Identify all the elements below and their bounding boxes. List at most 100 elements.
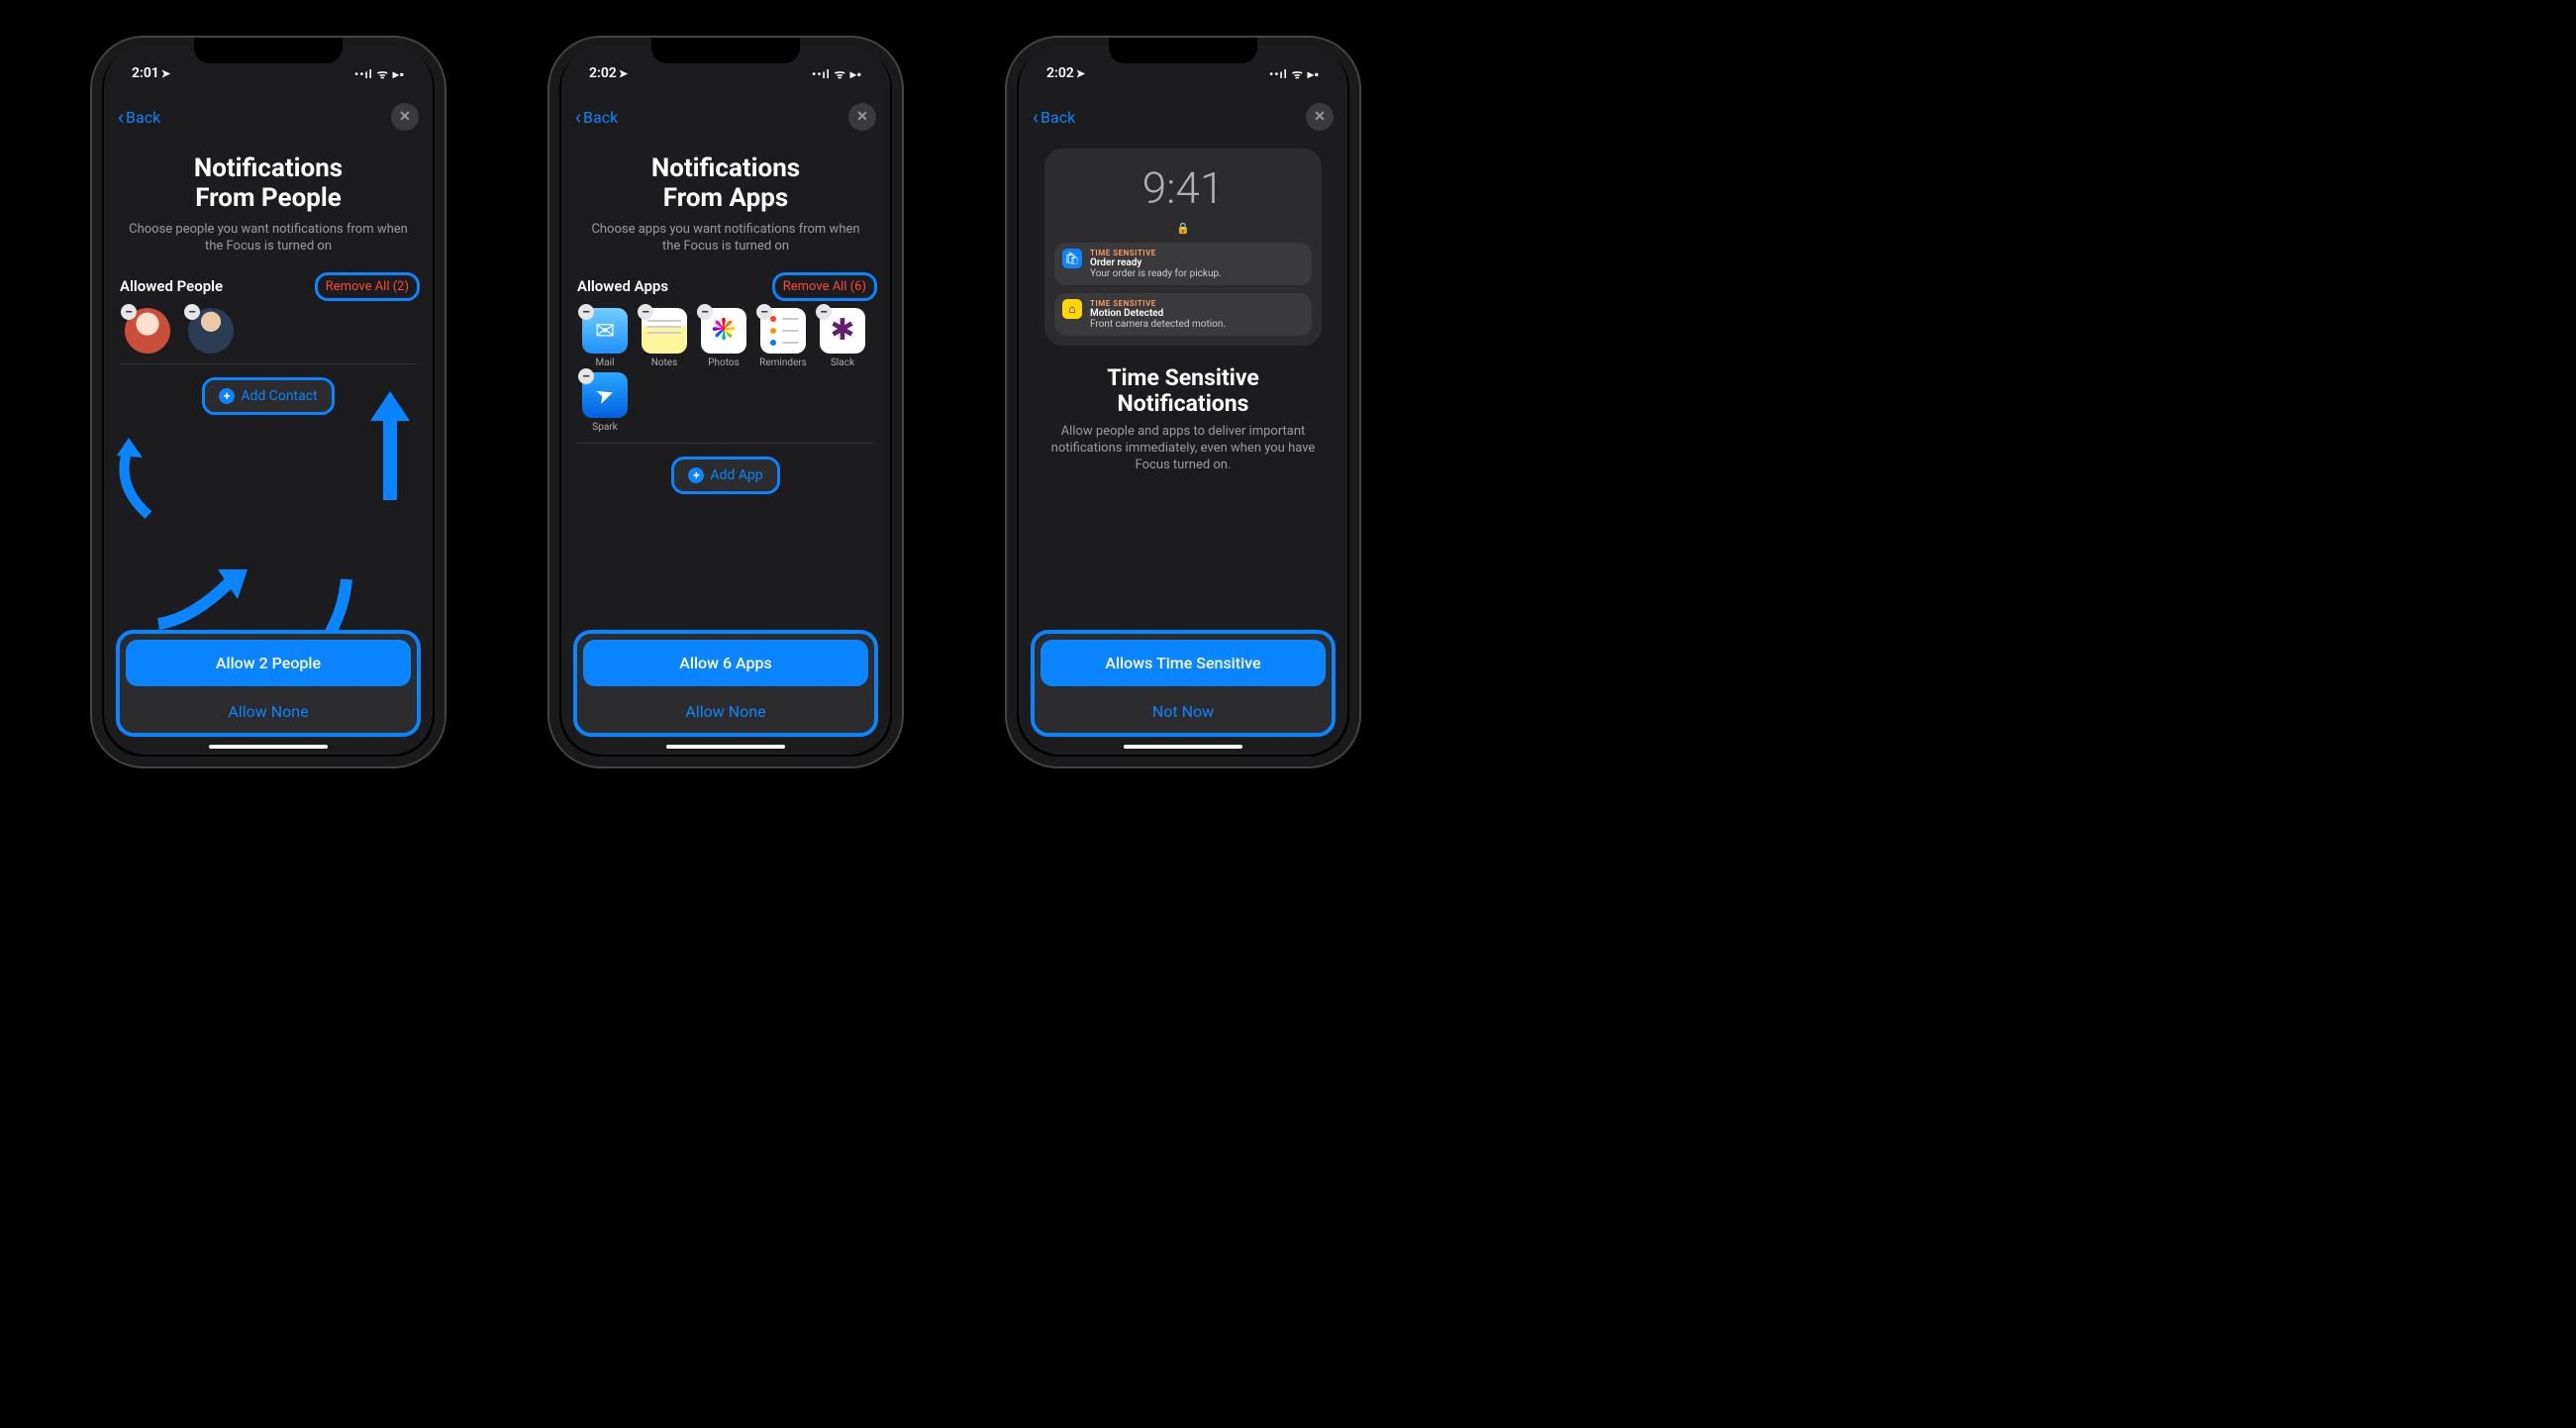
notification-title: Motion Detected <box>1090 308 1226 319</box>
remove-badge[interactable]: – <box>184 304 200 320</box>
bag-icon: 🛍 <box>1062 249 1082 268</box>
close-button[interactable]: ✕ <box>1306 103 1334 131</box>
close-icon: ✕ <box>856 109 868 125</box>
location-icon: ➤ <box>161 67 170 80</box>
time-sensitive-tag: TIME SENSITIVE <box>1090 299 1226 308</box>
home-indicator[interactable] <box>666 745 785 749</box>
notch <box>1109 38 1257 63</box>
annotation-arrow <box>153 564 252 634</box>
app-label: Notes <box>651 357 678 368</box>
back-button[interactable]: ‹Back <box>1033 107 1075 127</box>
section-label: Allowed Apps <box>577 277 668 295</box>
close-icon: ✕ <box>1314 109 1326 125</box>
mail-app-icon: – <box>582 308 628 354</box>
add-contact-button[interactable]: + Add Contact <box>205 380 331 412</box>
remove-badge[interactable]: – <box>121 304 137 320</box>
notes-app-icon: – <box>642 308 687 354</box>
chevron-left-icon: ‹ <box>1033 107 1039 127</box>
notification-title: Order ready <box>1090 257 1222 268</box>
remove-badge[interactable]: – <box>578 304 594 320</box>
phone-frame-2: 2:02➤ ••ıl ᯤ ▸▪ ‹Back ✕ NotificationsFro… <box>547 36 904 768</box>
home-indicator[interactable] <box>1124 745 1242 749</box>
action-buttons-group: Allow 2 People Allow None <box>120 634 417 733</box>
time-sensitive-preview: 9:41 🔒 🛍 TIME SENSITIVE Order ready Your… <box>1044 149 1322 346</box>
status-icons: ••ıl ᯤ ▸▪ <box>812 65 862 82</box>
location-icon: ➤ <box>1076 67 1085 80</box>
allowed-apps-grid: –Mail –Notes –Photos –Reminders –Slack –… <box>577 308 874 444</box>
phone-frame-1: 2:01➤ ••ıl ᯤ ▸▪ ‹Back ✕ NotificationsFro… <box>90 36 446 768</box>
back-label: Back <box>1040 108 1075 127</box>
chevron-left-icon: ‹ <box>575 107 581 127</box>
allow-none-button[interactable]: Allow None <box>120 692 417 733</box>
chevron-left-icon: ‹ <box>118 107 124 127</box>
back-label: Back <box>583 108 618 127</box>
app-label: Slack <box>831 357 854 368</box>
allow-primary-button[interactable]: Allow 6 Apps <box>583 640 868 686</box>
allow-time-sensitive-button[interactable]: Allows Time Sensitive <box>1040 640 1326 686</box>
back-button[interactable]: ‹Back <box>575 107 618 127</box>
remove-badge[interactable]: – <box>638 304 653 320</box>
add-app-button[interactable]: + Add App <box>674 459 776 491</box>
add-contact-label: Add Contact <box>241 388 317 404</box>
lock-icon: 🔒 <box>1176 222 1190 235</box>
remove-badge[interactable]: – <box>756 304 772 320</box>
action-buttons-group: Allow 6 Apps Allow None <box>577 634 874 733</box>
close-button[interactable]: ✕ <box>391 103 419 131</box>
close-button[interactable]: ✕ <box>848 103 876 131</box>
remove-all-button[interactable]: Remove All (6) <box>775 275 874 298</box>
page-title: NotificationsFrom People <box>120 154 417 214</box>
page-description: Choose apps you want notifications from … <box>577 222 874 255</box>
home-indicator[interactable] <box>209 745 328 749</box>
avatar: – <box>125 308 170 354</box>
remove-badge[interactable]: – <box>697 304 713 320</box>
status-time: 2:02 <box>589 65 617 81</box>
status-icons: ••ıl ᯤ ▸▪ <box>354 65 405 82</box>
person-item[interactable]: – <box>183 308 239 354</box>
app-label: Spark <box>592 422 617 433</box>
home-icon: ⌂ <box>1062 299 1082 319</box>
status-icons: ••ıl ᯤ ▸▪ <box>1269 65 1320 82</box>
photos-app-icon: – <box>701 308 746 354</box>
notch <box>651 38 800 63</box>
app-item[interactable]: – Slack <box>815 308 870 368</box>
person-item[interactable]: – <box>120 308 175 354</box>
page-description: Choose people you want notifications fro… <box>120 222 417 255</box>
avatar: – <box>188 308 234 354</box>
app-item[interactable]: – Mail <box>577 308 633 368</box>
app-label: Mail <box>595 357 614 368</box>
spark-app-icon: – <box>582 372 628 418</box>
allow-primary-button[interactable]: Allow 2 People <box>126 640 411 686</box>
app-item[interactable]: – Reminders <box>755 308 811 368</box>
remove-all-button[interactable]: Remove All (2) <box>318 275 417 298</box>
reminders-app-icon: – <box>760 308 806 354</box>
status-time: 2:02 <box>1046 65 1074 81</box>
phone-frame-3: 2:02➤ ••ıl ᯤ ▸▪ ‹Back ✕ 9:41 🔒 🛍 TIME SE… <box>1005 36 1361 768</box>
app-item[interactable]: – Notes <box>637 308 692 368</box>
add-app-label: Add App <box>710 467 762 483</box>
app-item[interactable]: – Photos <box>696 308 751 368</box>
notification-preview: ⌂ TIME SENSITIVE Motion Detected Front c… <box>1054 293 1312 336</box>
status-time: 2:01 <box>132 65 159 81</box>
app-item[interactable]: – Spark <box>577 372 633 433</box>
allowed-people-grid: – – <box>120 308 417 364</box>
app-label: Reminders <box>759 357 807 368</box>
preview-time: 9:41 <box>1142 162 1224 214</box>
notification-body: Front camera detected motion. <box>1090 319 1226 330</box>
location-icon: ➤ <box>619 67 628 80</box>
slack-app-icon: – <box>820 308 865 354</box>
notification-preview: 🛍 TIME SENSITIVE Order ready Your order … <box>1054 243 1312 285</box>
back-button[interactable]: ‹Back <box>118 107 160 127</box>
action-buttons-group: Allows Time Sensitive Not Now <box>1035 634 1332 733</box>
allow-none-button[interactable]: Allow None <box>577 692 874 733</box>
app-label: Photos <box>708 357 740 368</box>
annotation-arrow <box>109 436 178 525</box>
remove-badge[interactable]: – <box>578 368 594 384</box>
page-title: Time SensitiveNotifications <box>1035 365 1332 418</box>
back-label: Back <box>126 108 160 127</box>
notch <box>194 38 343 63</box>
plus-icon: + <box>688 467 704 483</box>
section-label: Allowed People <box>120 277 223 295</box>
remove-badge[interactable]: – <box>816 304 832 320</box>
not-now-button[interactable]: Not Now <box>1035 692 1332 733</box>
close-icon: ✕ <box>399 109 411 125</box>
